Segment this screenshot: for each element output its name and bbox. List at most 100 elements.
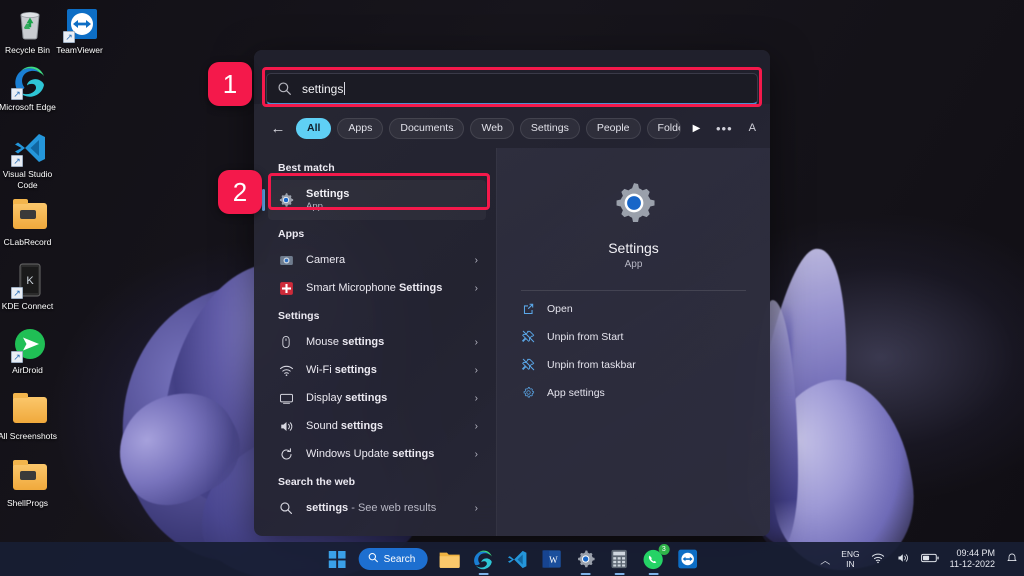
- taskbar-edge-icon[interactable]: [471, 547, 495, 571]
- desktop-icon-kde-connect[interactable]: K ↗ KDE Connect: [2, 262, 56, 312]
- taskbar-search-label: Search: [383, 553, 416, 565]
- preview-action-label: Unpin from Start: [547, 330, 624, 343]
- search-preview-pane: Settings App Open Unpin from Start Unpin…: [496, 148, 770, 536]
- preview-action-open[interactable]: Open: [497, 298, 770, 319]
- shortcut-arrow-icon: ↗: [63, 31, 75, 43]
- filter-chip-folders[interactable]: Folders: [646, 117, 681, 139]
- desktop-icon-label: Microsoft Edge: [0, 102, 56, 112]
- desktop-icon-label: Visual Studio Code: [2, 169, 53, 190]
- result-row-smart-microphone-settings[interactable]: Smart Microphone Settings ›: [268, 274, 486, 302]
- desktop-icon-teamviewer[interactable]: ↗ TeamViewer: [56, 6, 108, 56]
- settings-gear-icon: [278, 192, 294, 208]
- gear-icon: [521, 386, 535, 400]
- system-tray: ︿ ENG IN 09:44 PM 11-12-2022: [820, 548, 1018, 570]
- annotation-number-1: 1: [208, 62, 252, 106]
- section-header-search-the-web: Search the web: [278, 476, 356, 488]
- best-match-settings-row[interactable]: Settings App: [262, 180, 486, 220]
- taskbar-whatsapp-icon[interactable]: 3: [641, 544, 670, 571]
- more-options-icon[interactable]: •••: [716, 122, 733, 135]
- windows-search-panel: settings ← All Apps Documents Web Settin…: [254, 50, 770, 536]
- filter-bar-right: ••• A: [716, 122, 756, 135]
- unpin-icon: [521, 358, 535, 372]
- result-row-web-search[interactable]: settings - See web results ›: [268, 494, 486, 522]
- taskbar-settings-gear-icon[interactable]: [573, 547, 597, 571]
- preview-action-unpin-from-start[interactable]: Unpin from Start: [497, 326, 770, 347]
- section-header-best-match: Best match: [278, 162, 335, 174]
- airdroid-icon: ↗: [11, 326, 48, 363]
- chevron-right-icon[interactable]: ›: [475, 255, 478, 266]
- desktop-icon-airdroid[interactable]: ↗ AirDroid: [4, 326, 56, 376]
- desktop-icon-visual-studio-code[interactable]: ↗ Visual Studio Code: [3, 130, 56, 190]
- taskbar-file-explorer-icon[interactable]: [437, 547, 461, 571]
- search-input[interactable]: settings: [266, 73, 758, 105]
- desktop-icon-label: KDE Connect: [1, 301, 54, 311]
- filter-chip-people[interactable]: People: [585, 117, 641, 139]
- taskbar-calculator-icon[interactable]: [607, 547, 631, 571]
- result-label: Smart Microphone Settings: [306, 282, 443, 294]
- taskbar-vscode-icon[interactable]: [505, 547, 529, 571]
- svg-text:W: W: [549, 555, 558, 565]
- preview-action-label: Unpin from taskbar: [547, 358, 636, 371]
- result-row-wifi-settings[interactable]: Wi-Fi settings ›: [268, 356, 486, 384]
- result-label: Sound settings: [306, 420, 384, 432]
- chevron-right-icon[interactable]: ▶: [689, 120, 705, 136]
- chevron-right-icon[interactable]: ›: [475, 337, 478, 348]
- language-indicator[interactable]: ENG IN: [841, 549, 859, 569]
- open-external-icon: [521, 302, 535, 316]
- filter-chip-all[interactable]: All: [296, 117, 332, 139]
- desktop-icon-shellprogs[interactable]: ShellProgs: [4, 459, 56, 509]
- folder-icon: [12, 198, 48, 234]
- taskbar-teamviewer-icon[interactable]: [675, 547, 699, 571]
- desktop-icon-clabrecord[interactable]: CLabRecord: [4, 198, 56, 248]
- desktop-icon-all-screenshots[interactable]: All Screenshots: [0, 392, 57, 442]
- preview-action-app-settings[interactable]: App settings: [497, 382, 770, 403]
- result-row-mouse-settings[interactable]: Mouse settings ›: [268, 328, 486, 356]
- preview-action-unpin-from-taskbar[interactable]: Unpin from taskbar: [497, 354, 770, 375]
- result-row-windows-update-settings[interactable]: Windows Update settings ›: [268, 440, 486, 468]
- best-match-subtitle: App: [306, 200, 323, 212]
- filter-chip-settings[interactable]: Settings: [519, 117, 580, 139]
- result-label: Wi-Fi settings: [306, 364, 377, 376]
- result-label: Display settings: [306, 392, 388, 404]
- show-hidden-icons-icon[interactable]: ︿: [820, 552, 830, 567]
- desktop-icon-label: CLabRecord: [3, 237, 52, 247]
- folder-icon: [12, 392, 48, 428]
- region-code: IN: [846, 559, 855, 569]
- chevron-right-icon[interactable]: ›: [475, 503, 478, 514]
- filter-chip-apps[interactable]: Apps: [337, 117, 384, 139]
- chevron-right-icon[interactable]: ›: [475, 283, 478, 294]
- chevron-right-icon[interactable]: ›: [475, 393, 478, 404]
- result-label: Camera: [306, 254, 346, 266]
- windows-start-icon[interactable]: [325, 547, 349, 571]
- preview-action-label: App settings: [547, 386, 605, 399]
- recycle-bin-icon: [12, 6, 48, 42]
- taskbar-search-button[interactable]: Search: [358, 548, 428, 570]
- whatsapp-badge: 3: [658, 544, 670, 555]
- back-arrow-icon[interactable]: ←: [268, 118, 288, 138]
- volume-icon[interactable]: [896, 551, 910, 567]
- best-match-title: Settings: [306, 187, 350, 200]
- result-row-sound-settings[interactable]: Sound settings ›: [268, 412, 486, 440]
- shortcut-arrow-icon: ↗: [11, 88, 23, 100]
- chevron-right-icon[interactable]: ›: [475, 365, 478, 376]
- chevron-right-icon[interactable]: ›: [475, 421, 478, 432]
- battery-icon[interactable]: [920, 552, 939, 566]
- account-avatar[interactable]: A: [749, 122, 756, 134]
- desktop-screen: Recycle Bin ↗ TeamViewer ↗ Microsoft Edg…: [0, 0, 1024, 576]
- display-icon: [278, 390, 294, 406]
- filter-chip-web[interactable]: Web: [470, 117, 514, 139]
- search-icon: [278, 500, 294, 516]
- notification-icon[interactable]: [1006, 552, 1018, 567]
- svg-text:K: K: [26, 275, 34, 287]
- taskbar-word-icon[interactable]: W: [539, 547, 563, 571]
- chevron-right-icon[interactable]: ›: [475, 449, 478, 460]
- wifi-icon[interactable]: [871, 551, 885, 567]
- result-row-camera[interactable]: Camera ›: [268, 246, 486, 274]
- clock[interactable]: 09:44 PM 11-12-2022: [950, 548, 995, 570]
- vscode-icon: ↗: [11, 130, 48, 167]
- result-row-display-settings[interactable]: Display settings ›: [268, 384, 486, 412]
- filter-chip-documents[interactable]: Documents: [389, 117, 465, 139]
- desktop-icon-label: ShellProgs: [6, 498, 49, 508]
- camera-icon: [278, 252, 294, 268]
- desktop-icon-microsoft-edge[interactable]: ↗ Microsoft Edge: [0, 63, 56, 113]
